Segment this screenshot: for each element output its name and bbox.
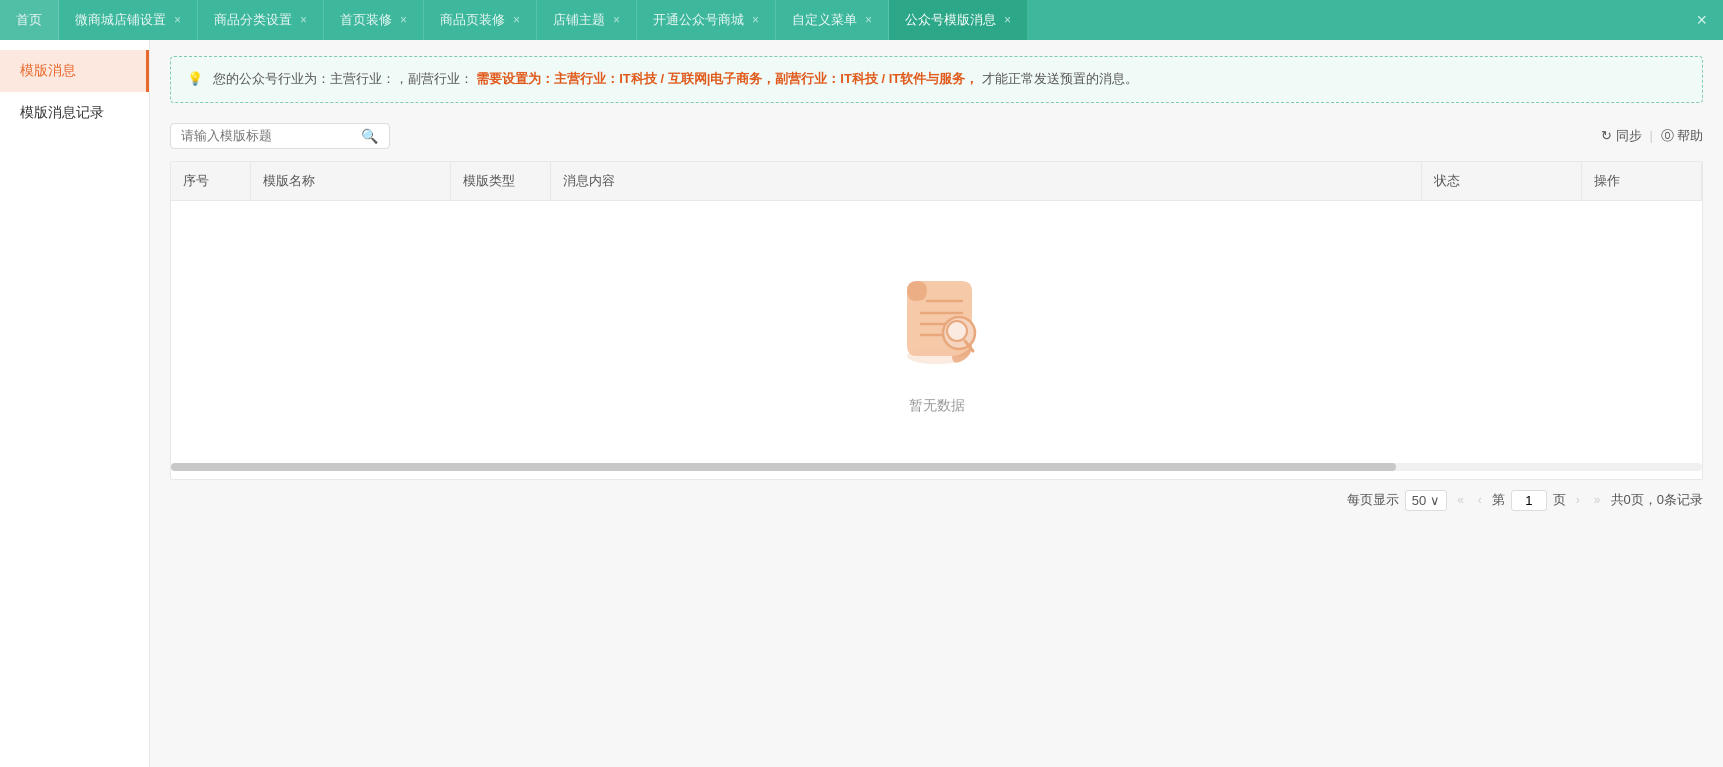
sync-icon: ↻: [1601, 128, 1612, 143]
sidebar-item-template-msg[interactable]: 模版消息: [0, 50, 149, 92]
toolbar: 🔍 ↻ 同步 | ⓪ 帮助: [170, 123, 1703, 149]
topnav-label-home-decor: 首页装修: [340, 11, 392, 29]
sync-button[interactable]: ↻ 同步: [1601, 127, 1642, 145]
topnav-item-home[interactable]: 首页: [0, 0, 59, 40]
sidebar: 模版消息 模版消息记录: [0, 40, 150, 767]
scrollbar-thumb[interactable]: [171, 463, 1396, 471]
next-page-button[interactable]: ›: [1572, 491, 1584, 509]
topnav-label-category: 商品分类设置: [214, 11, 292, 29]
th-content: 消息内容: [551, 162, 1422, 200]
sidebar-item-template-record[interactable]: 模版消息记录: [0, 92, 149, 134]
th-type: 模版类型: [451, 162, 551, 200]
table-container: 序号 模版名称 模版类型 消息内容 状态 操作: [170, 161, 1703, 480]
topnav-item-template-msg[interactable]: 公众号模版消息 ×: [889, 0, 1028, 40]
topnav-item-custom-menu[interactable]: 自定义菜单 ×: [776, 0, 889, 40]
topnav-item-shop-theme[interactable]: 店铺主题 ×: [537, 0, 637, 40]
notice-suffix: 才能正常发送预置的消息。: [982, 71, 1138, 86]
page-number-input[interactable]: [1511, 490, 1547, 511]
close-all-button[interactable]: ×: [1680, 10, 1723, 31]
first-page-button[interactable]: «: [1453, 491, 1468, 509]
topnav-label-custom-menu: 自定义菜单: [792, 11, 857, 29]
topnav-label-wshop: 微商城店铺设置: [75, 11, 166, 29]
close-custom-menu-icon[interactable]: ×: [865, 13, 872, 27]
page-size-chevron-icon: ∨: [1430, 493, 1440, 508]
page-suffix: 页: [1553, 491, 1566, 509]
empty-text: 暂无数据: [909, 397, 965, 415]
total-label: 共0页，0条记录: [1611, 491, 1703, 509]
topnav-item-category[interactable]: 商品分类设置 ×: [198, 0, 324, 40]
th-status: 状态: [1422, 162, 1582, 200]
topnav-label-open-mall: 开通公众号商城: [653, 11, 744, 29]
close-category-icon[interactable]: ×: [300, 13, 307, 27]
th-name: 模版名称: [251, 162, 451, 200]
notice-prefix: 您的公众号行业为：主营行业：，副营行业：: [213, 71, 473, 86]
toolbar-right: ↻ 同步 | ⓪ 帮助: [1601, 127, 1703, 145]
content-area: 💡 您的公众号行业为：主营行业：，副营行业： 需要设置为：主营行业：IT科技 /…: [150, 40, 1723, 767]
topnav-item-home-decor[interactable]: 首页装修 ×: [324, 0, 424, 40]
close-open-mall-icon[interactable]: ×: [752, 13, 759, 27]
prev-page-button[interactable]: ‹: [1474, 491, 1486, 509]
empty-illustration: [877, 261, 997, 381]
help-icon: ⓪: [1661, 127, 1674, 145]
topnav-label-home: 首页: [16, 11, 42, 29]
notice-icon: 💡: [187, 71, 203, 86]
topnav-item-product-decor[interactable]: 商品页装修 ×: [424, 0, 537, 40]
close-product-decor-icon[interactable]: ×: [513, 13, 520, 27]
empty-state: 暂无数据: [171, 201, 1702, 455]
pagination: 每页显示 50 ∨ « ‹ 第 页 › » 共0页，0条记录: [170, 480, 1703, 515]
search-area: 🔍: [170, 123, 390, 149]
last-page-button[interactable]: »: [1590, 491, 1605, 509]
table-header: 序号 模版名称 模版类型 消息内容 状态 操作: [171, 162, 1702, 201]
search-input[interactable]: [181, 128, 361, 143]
main-layout: 模版消息 模版消息记录 💡 您的公众号行业为：主营行业：，副营行业： 需要设置为…: [0, 40, 1723, 767]
topnav-label-shop-theme: 店铺主题: [553, 11, 605, 29]
topnav-label-template-msg: 公众号模版消息: [905, 11, 996, 29]
th-seq: 序号: [171, 162, 251, 200]
close-template-msg-icon[interactable]: ×: [1004, 13, 1011, 27]
help-button[interactable]: ⓪ 帮助: [1661, 127, 1703, 145]
topnav-item-wshop[interactable]: 微商城店铺设置 ×: [59, 0, 198, 40]
page-size-label: 每页显示: [1347, 491, 1399, 509]
page-size-value: 50: [1412, 493, 1426, 508]
th-action: 操作: [1582, 162, 1702, 200]
close-shop-theme-icon[interactable]: ×: [613, 13, 620, 27]
notice-box: 💡 您的公众号行业为：主营行业：，副营行业： 需要设置为：主营行业：IT科技 /…: [170, 56, 1703, 103]
notice-highlight: 需要设置为：主营行业：IT科技 / 互联网|电子商务，副营行业：IT科技 / I…: [476, 71, 978, 86]
topnav-item-open-mall[interactable]: 开通公众号商城 ×: [637, 0, 776, 40]
topnav-label-product-decor: 商品页装修: [440, 11, 505, 29]
topnav: 首页 微商城店铺设置 × 商品分类设置 × 首页装修 × 商品页装修 × 店铺主…: [0, 0, 1723, 40]
page-size-select[interactable]: 50 ∨: [1405, 490, 1447, 511]
page-label: 第: [1492, 491, 1505, 509]
toolbar-divider: |: [1650, 128, 1653, 143]
search-button[interactable]: 🔍: [361, 128, 378, 144]
svg-point-6: [947, 321, 967, 341]
close-home-decor-icon[interactable]: ×: [400, 13, 407, 27]
scrollbar-track[interactable]: [171, 463, 1702, 471]
close-wshop-icon[interactable]: ×: [174, 13, 181, 27]
